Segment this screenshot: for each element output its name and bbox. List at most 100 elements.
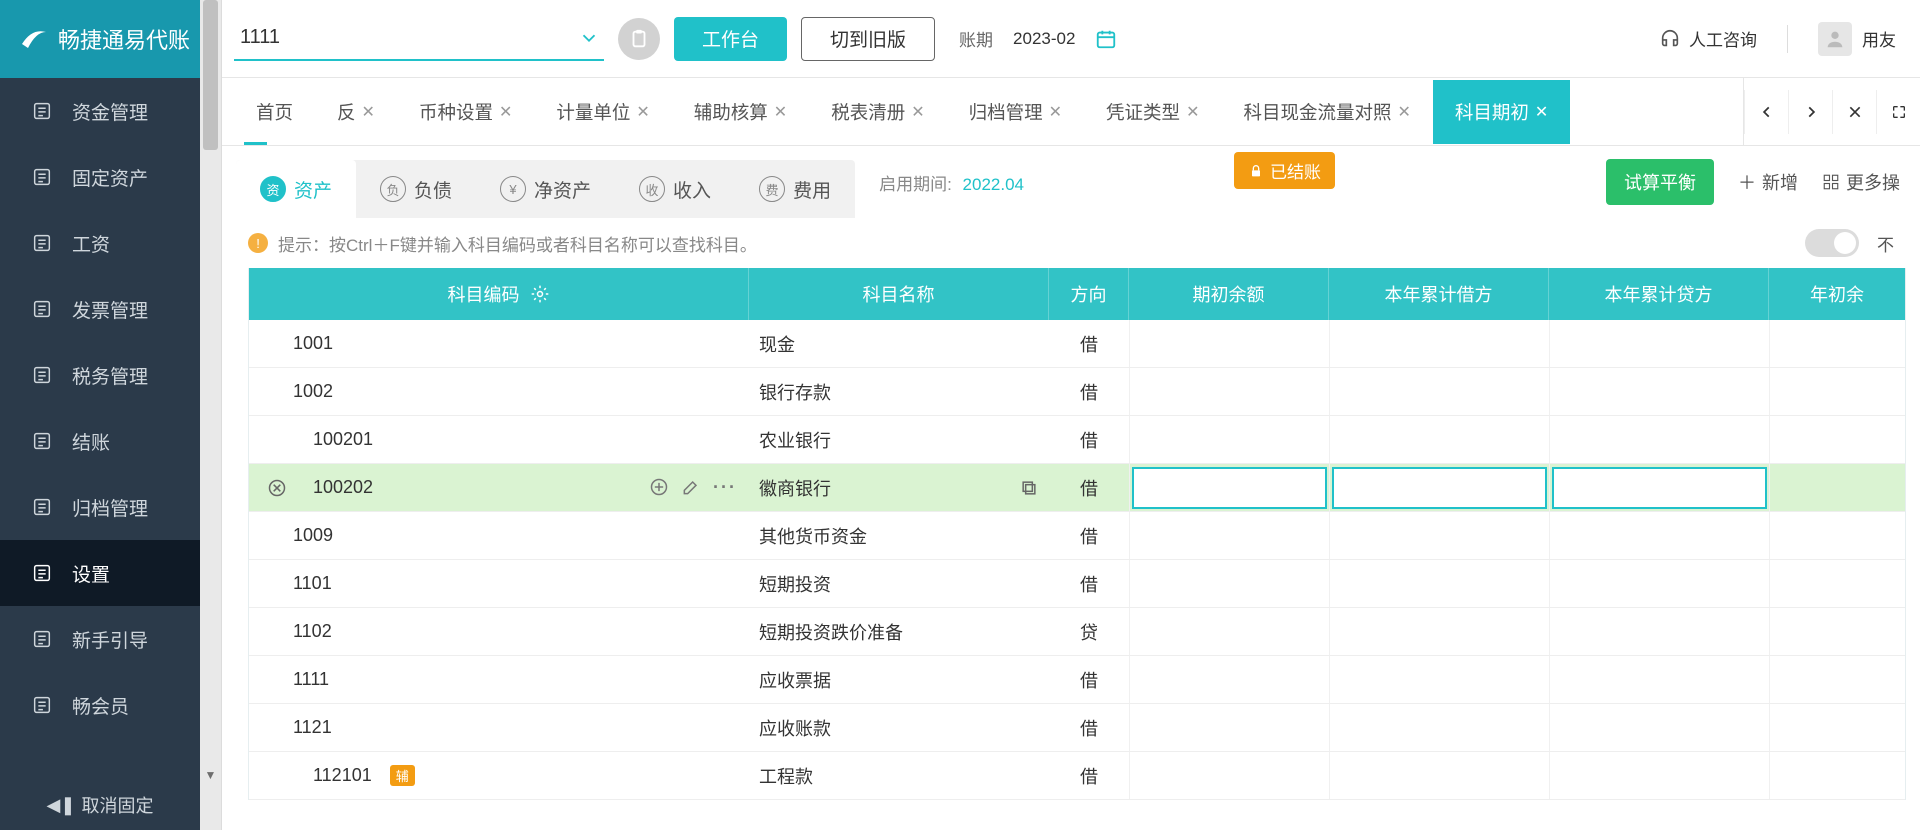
subtab-1[interactable]: 负负债	[356, 160, 476, 218]
cell-code[interactable]: 1001	[249, 320, 749, 367]
enable-period-value[interactable]: 2022.04	[963, 175, 1024, 194]
account-selector[interactable]: 1111	[234, 17, 604, 61]
close-icon[interactable]: ✕	[499, 102, 512, 122]
gear-icon[interactable]	[530, 284, 550, 304]
cell-yearbegin[interactable]	[1769, 608, 1905, 655]
sidebar-item-1[interactable]: 固定资产	[0, 144, 200, 210]
subtab-3[interactable]: 收收入	[615, 160, 735, 218]
th-credit[interactable]: 本年累计贷方	[1549, 268, 1769, 320]
cell-balance[interactable]	[1129, 560, 1329, 607]
support-link[interactable]: 人工咨询	[1659, 26, 1757, 51]
table-row[interactable]: 1001现金借	[249, 320, 1905, 368]
tab-0[interactable]: 首页	[234, 80, 315, 144]
sidebar-item-3[interactable]: 发票管理	[0, 276, 200, 342]
cell-code[interactable]: 100202···	[249, 464, 749, 511]
close-icon[interactable]: ✕	[1397, 102, 1410, 122]
cell-balance[interactable]	[1129, 752, 1329, 799]
add-icon[interactable]	[649, 477, 669, 498]
cell-name[interactable]: 其他货币资金	[749, 512, 1049, 559]
cell-credit[interactable]	[1549, 416, 1769, 463]
cell-code[interactable]: 1101	[249, 560, 749, 607]
close-icon[interactable]: ✕	[362, 102, 375, 122]
th-debit[interactable]: 本年累计借方	[1329, 268, 1549, 320]
tab-prev-button[interactable]	[1744, 90, 1788, 134]
cell-yearbegin[interactable]	[1769, 416, 1905, 463]
cell-yearbegin[interactable]	[1769, 512, 1905, 559]
cell-debit[interactable]	[1329, 512, 1549, 559]
cell-debit[interactable]	[1329, 368, 1549, 415]
table-row[interactable]: 1111应收票据借	[249, 656, 1905, 704]
cell-name[interactable]: 工程款	[749, 752, 1049, 799]
calendar-icon[interactable]	[1095, 28, 1117, 50]
subtab-0[interactable]: 资资产	[236, 160, 356, 218]
cell-balance[interactable]	[1129, 512, 1329, 559]
cell-balance[interactable]	[1129, 416, 1329, 463]
balance-input[interactable]	[1132, 467, 1327, 509]
tab-3[interactable]: 计量单位✕	[534, 80, 671, 144]
sidebar-item-9[interactable]: 畅会员	[0, 672, 200, 738]
credit-input[interactable]	[1552, 467, 1767, 509]
cell-yearbegin[interactable]	[1769, 560, 1905, 607]
cell-balance[interactable]	[1129, 320, 1329, 367]
close-icon[interactable]: ✕	[774, 102, 787, 122]
cell-code[interactable]: 100201	[249, 416, 749, 463]
subtab-4[interactable]: 费费用	[735, 160, 855, 218]
table-row[interactable]: 1009其他货币资金借	[249, 512, 1905, 560]
cell-yearbegin[interactable]	[1769, 368, 1905, 415]
cell-debit[interactable]	[1329, 320, 1549, 367]
scroll-down-icon[interactable]: ▼	[205, 768, 217, 782]
unpin-button[interactable]: ◀❚ 取消固定	[0, 780, 200, 830]
trial-balance-button[interactable]: 试算平衡	[1606, 159, 1714, 205]
cell-credit[interactable]	[1549, 512, 1769, 559]
cell-balance[interactable]	[1129, 704, 1329, 751]
table-row[interactable]: 1002银行存款借	[249, 368, 1905, 416]
toggle-switch[interactable]	[1805, 229, 1859, 257]
cell-code[interactable]: 112101辅	[249, 752, 749, 799]
cell-name[interactable]: 短期投资跌价准备	[749, 608, 1049, 655]
cell-name[interactable]: 农业银行	[749, 416, 1049, 463]
edit-icon[interactable]	[681, 477, 701, 498]
sidebar-item-5[interactable]: 结账	[0, 408, 200, 474]
cell-yearbegin[interactable]	[1769, 704, 1905, 751]
close-icon[interactable]: ✕	[1535, 102, 1548, 122]
cell-credit[interactable]	[1549, 656, 1769, 703]
tab-2[interactable]: 币种设置✕	[397, 80, 534, 144]
subtab-2[interactable]: ¥净资产	[476, 160, 615, 218]
cell-yearbegin[interactable]	[1769, 656, 1905, 703]
cell-code[interactable]: 1121	[249, 704, 749, 751]
sidebar-item-8[interactable]: 新手引导	[0, 606, 200, 672]
sidebar-item-0[interactable]: 资金管理	[0, 78, 200, 144]
cell-balance[interactable]	[1129, 656, 1329, 703]
sidebar-scrollbar[interactable]: ▲ ▼	[200, 0, 222, 830]
sidebar-item-6[interactable]: 归档管理	[0, 474, 200, 540]
table-row[interactable]: 100201农业银行借	[249, 416, 1905, 464]
cell-code[interactable]: 1009	[249, 512, 749, 559]
clipboard-button[interactable]	[618, 18, 660, 60]
cell-balance[interactable]	[1129, 368, 1329, 415]
table-row[interactable]: 100202···徽商银行借	[249, 464, 1905, 512]
tab-7[interactable]: 凭证类型✕	[1084, 80, 1221, 144]
cell-debit[interactable]	[1329, 608, 1549, 655]
cell-credit[interactable]	[1549, 608, 1769, 655]
tab-expand-button[interactable]	[1876, 90, 1920, 134]
cell-yearbegin[interactable]	[1769, 752, 1905, 799]
cell-name[interactable]: 短期投资	[749, 560, 1049, 607]
th-yearbegin[interactable]: 年初余	[1769, 268, 1905, 320]
add-button[interactable]: ＋ 新增	[1738, 169, 1798, 195]
tab-8[interactable]: 科目现金流量对照✕	[1221, 80, 1432, 144]
cell-name[interactable]: 银行存款	[749, 368, 1049, 415]
more-icon[interactable]: ···	[713, 477, 737, 498]
cell-credit[interactable]	[1549, 560, 1769, 607]
table-row[interactable]: 1102短期投资跌价准备贷	[249, 608, 1905, 656]
cell-name[interactable]: 现金	[749, 320, 1049, 367]
cell-credit[interactable]	[1549, 368, 1769, 415]
workbench-button[interactable]: 工作台	[674, 17, 787, 61]
close-icon[interactable]: ✕	[911, 102, 924, 122]
sidebar-item-4[interactable]: 税务管理	[0, 342, 200, 408]
tab-next-button[interactable]	[1788, 90, 1832, 134]
cell-debit[interactable]	[1329, 704, 1549, 751]
cell-balance[interactable]	[1129, 608, 1329, 655]
cell-debit[interactable]	[1329, 752, 1549, 799]
cell-name[interactable]: 徽商银行	[749, 464, 1049, 511]
cell-debit[interactable]	[1329, 560, 1549, 607]
